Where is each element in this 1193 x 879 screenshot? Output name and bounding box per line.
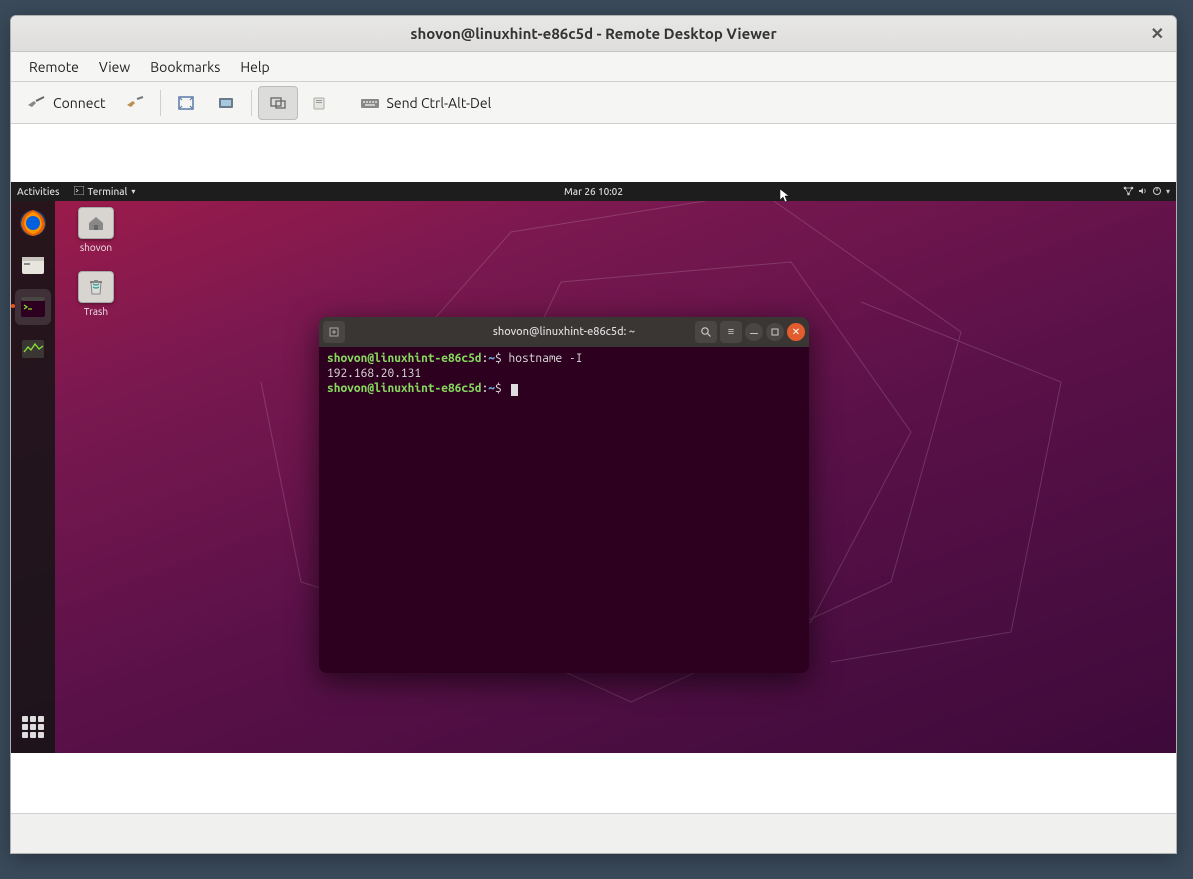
viewer-area: Activities Terminal ▾ Mar 26 10:02: [11, 124, 1176, 853]
remote-desktop-display[interactable]: Activities Terminal ▾ Mar 26 10:02: [11, 182, 1176, 753]
menu-view[interactable]: View: [89, 55, 140, 79]
remote-desktop-viewer-window: shovon@linuxhint-e86c5d - Remote Desktop…: [10, 15, 1177, 854]
terminal-window[interactable]: shovon@linuxhint-e86c5d: ~ ≡ ‒ ✕: [319, 317, 809, 673]
terminal-menu-button[interactable]: ≡: [720, 321, 742, 343]
terminal-line-1: shovon@linuxhint-e86c5d:~$ hostname -I: [327, 351, 801, 366]
prompt-dollar: $: [495, 352, 502, 365]
send-cad-button[interactable]: Send Ctrl-Alt-Del: [351, 86, 500, 120]
terminal-cursor: [511, 384, 518, 396]
chevron-down-icon: ▾: [1166, 187, 1170, 196]
desktop-icons: shovon Trash: [66, 207, 126, 317]
dock-files[interactable]: [15, 247, 51, 283]
menu-bar: Remote View Bookmarks Help: [11, 52, 1176, 82]
activities-button[interactable]: Activities: [17, 186, 60, 197]
home-folder-label: shovon: [80, 242, 112, 253]
terminal-line-2: shovon@linuxhint-e86c5d:~$: [327, 381, 801, 396]
dock-terminal[interactable]: [15, 289, 51, 325]
system-tray[interactable]: ▾: [1123, 186, 1170, 198]
toolbar-separator: [160, 90, 161, 116]
disconnect-button[interactable]: [116, 86, 154, 120]
prompt-user-2: shovon@linuxhint-e86c5d: [327, 382, 482, 395]
menu-bookmarks[interactable]: Bookmarks: [140, 55, 230, 79]
volume-icon: [1138, 186, 1148, 198]
window-titlebar[interactable]: shovon@linuxhint-e86c5d - Remote Desktop…: [11, 16, 1176, 52]
viewer-padding-bottom: [11, 753, 1176, 813]
terminal-command: hostname -I: [509, 352, 583, 365]
gnome-topbar: Activities Terminal ▾ Mar 26 10:02: [11, 182, 1176, 201]
close-icon[interactable]: ✕: [1151, 24, 1164, 43]
active-app-indicator[interactable]: Terminal ▾: [70, 185, 140, 198]
terminal-search-button[interactable]: [695, 321, 717, 343]
terminal-title: shovon@linuxhint-e86c5d: ~: [493, 326, 635, 338]
menu-help[interactable]: Help: [230, 55, 279, 79]
terminal-minimize-button[interactable]: ‒: [745, 323, 763, 341]
active-app-label: Terminal: [88, 186, 128, 197]
dock: [11, 201, 55, 753]
trash-icon[interactable]: Trash: [66, 271, 126, 317]
power-icon: [1152, 186, 1162, 198]
folder-home-icon: [78, 207, 114, 239]
network-icon: [1123, 186, 1134, 198]
screenshot-icon: [215, 92, 237, 114]
home-folder-icon[interactable]: shovon: [66, 207, 126, 253]
terminal-output-1: 192.168.20.131: [327, 366, 801, 381]
plug-icon: [25, 92, 47, 114]
prompt-user: shovon@linuxhint-e86c5d: [327, 352, 482, 365]
scaling-button[interactable]: [258, 86, 298, 120]
trash-bin-icon: [78, 271, 114, 303]
status-bar: [11, 813, 1176, 853]
dropdown-icon: ▾: [131, 187, 135, 196]
send-cad-label: Send Ctrl-Alt-Del: [387, 95, 492, 111]
window-title: shovon@linuxhint-e86c5d - Remote Desktop…: [410, 25, 776, 42]
screenshot-button[interactable]: [207, 86, 245, 120]
terminal-titlebar[interactable]: shovon@linuxhint-e86c5d: ~ ≡ ‒ ✕: [319, 317, 809, 347]
dock-show-apps[interactable]: [15, 709, 51, 745]
prompt-dollar-2: $: [495, 382, 502, 395]
fullscreen-icon: [175, 92, 197, 114]
readonly-icon: [308, 92, 330, 114]
fullscreen-button[interactable]: [167, 86, 205, 120]
toolbar-separator-2: [251, 90, 252, 116]
trash-label: Trash: [84, 306, 108, 317]
toolbar: Connect: [11, 82, 1176, 124]
scaling-icon: [267, 92, 289, 114]
menu-remote[interactable]: Remote: [19, 55, 89, 79]
apps-grid-icon: [22, 716, 44, 738]
terminal-icon: [74, 186, 84, 197]
terminal-maximize-button[interactable]: [766, 323, 784, 341]
readonly-button[interactable]: [300, 86, 338, 120]
dock-firefox[interactable]: [15, 205, 51, 241]
clock[interactable]: Mar 26 10:02: [564, 186, 623, 197]
terminal-body[interactable]: shovon@linuxhint-e86c5d:~$ hostname -I 1…: [319, 347, 809, 673]
unplug-icon: [124, 92, 146, 114]
connect-label: Connect: [53, 95, 106, 111]
new-tab-button[interactable]: [323, 321, 345, 343]
keyboard-icon: [359, 92, 381, 114]
connect-button[interactable]: Connect: [17, 86, 114, 120]
terminal-close-button[interactable]: ✕: [787, 323, 805, 341]
viewer-padding-top: [11, 124, 1176, 182]
dock-system-monitor[interactable]: [15, 331, 51, 367]
